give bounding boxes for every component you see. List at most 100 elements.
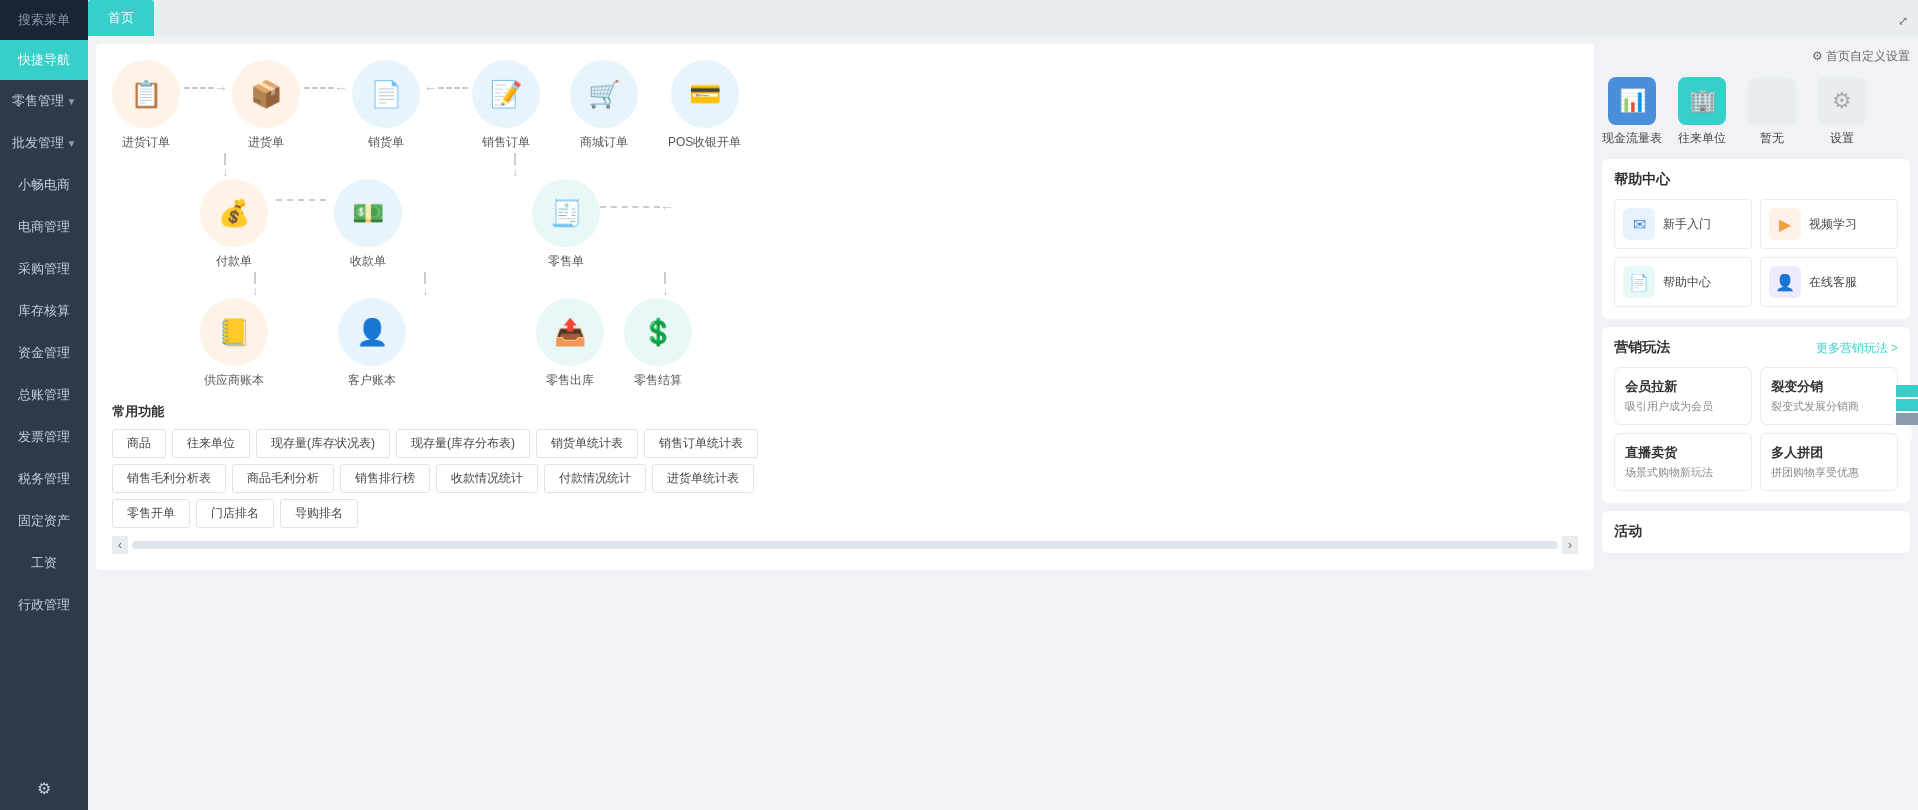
gear-icon[interactable]: ⚙ <box>0 767 88 810</box>
pos-to-lingshoud: ← <box>600 199 674 215</box>
custom-settings-bar[interactable]: ⚙ 首页自定义设置 <box>1602 44 1910 69</box>
lingshoud-label: 零售单 <box>548 253 584 270</box>
activity-card: 活动 <box>1602 511 1910 553</box>
sidebar-item-invoice[interactable]: 发票管理 <box>0 416 88 458</box>
sidebar-item-ledger[interactable]: 总账管理 <box>0 374 88 416</box>
func-btn-margin2[interactable]: 商品毛利分析 <box>232 464 334 493</box>
float-btn-community[interactable]: 服务社区 <box>1896 399 1918 411</box>
member-sub: 吸引用户成为会员 <box>1625 399 1741 414</box>
func-btn-purchase[interactable]: 进货单统计表 <box>652 464 754 493</box>
func-btn-partners[interactable]: 往来单位 <box>172 429 250 458</box>
cashflow-icon: 📊 <box>1608 77 1656 125</box>
sidebar-item-ecom-small[interactable]: 小畅电商 <box>0 164 88 206</box>
sidebar-search[interactable]: 搜索菜单 <box>0 0 88 40</box>
help-item-video[interactable]: ▶ 视频学习 <box>1760 199 1898 249</box>
node-gongyingsz[interactable]: 📒 供应商账本 <box>200 298 268 389</box>
node-fukuan[interactable]: 💰 付款单 <box>200 179 268 270</box>
marketing-more-link[interactable]: 更多营销玩法 > <box>1816 340 1898 357</box>
func-btn-receipt[interactable]: 收款情况统计 <box>436 464 538 493</box>
node-jinhuodd[interactable]: 📋 进货订单 <box>112 60 180 151</box>
node-pos[interactable]: 💳 POS收银开单 <box>668 60 741 151</box>
down-arrow-jinhuo: ↓ <box>200 153 250 179</box>
kehuz-icon: 👤 <box>338 298 406 366</box>
jinhuo-icon: 📦 <box>232 60 300 128</box>
sidebar-item-purchase[interactable]: 采购管理 <box>0 248 88 290</box>
func-btn-store-rank[interactable]: 门店排名 <box>196 499 274 528</box>
quick-icons-row: 📊 现金流量表 🏢 往来单位 暂无 ⚙ 设置 <box>1602 77 1910 147</box>
node-shangchengdd[interactable]: 🛒 商城订单 <box>570 60 638 151</box>
func-btn-goods[interactable]: 商品 <box>112 429 166 458</box>
sidebar-item-payroll[interactable]: 工资 <box>0 542 88 584</box>
func-btn-ranking[interactable]: 销售排行榜 <box>340 464 430 493</box>
marketing-live[interactable]: 直播卖货 场景式购物新玩法 <box>1614 433 1752 491</box>
float-btn-desktop[interactable]: 桌面快捷 <box>1896 413 1918 425</box>
down-arrow-fukuan: ↓ <box>200 272 310 298</box>
scroll-left-btn[interactable]: ‹ <box>112 536 128 554</box>
service-icon: 👤 <box>1769 266 1801 298</box>
gongyingsz-icon: 📒 <box>200 298 268 366</box>
arrow-right-2 <box>268 199 334 201</box>
sidebar-item-assets[interactable]: 固定资产 <box>0 500 88 542</box>
flow-diagram: 📋 进货订单 → 📦 进货单 <box>112 60 1578 389</box>
sidebar-item-admin[interactable]: 行政管理 <box>0 584 88 626</box>
lingshouchk-icon: 📤 <box>536 298 604 366</box>
func-row-3: 零售开单 门店排名 导购排名 <box>112 499 1578 528</box>
lingshoujs-label: 零售结算 <box>634 372 682 389</box>
node-lingshoujs[interactable]: 💲 零售结算 <box>624 298 692 389</box>
sidebar-item-tax[interactable]: 税务管理 <box>0 458 88 500</box>
custom-settings-label: 首页自定义设置 <box>1826 49 1910 63</box>
live-title: 直播卖货 <box>1625 444 1741 462</box>
arrow-left-2: ← <box>420 80 472 96</box>
func-btn-guide-rank[interactable]: 导购排名 <box>280 499 358 528</box>
jinhuo-label: 进货单 <box>248 134 284 151</box>
sidebar: 搜索菜单 快捷导航 零售管理 ▼ 批发管理 ▼ 小畅电商 电商管理 采购管理 库… <box>0 0 88 810</box>
down-arrow-shoukuan: ↓ <box>370 272 480 298</box>
quick-icon-none[interactable]: 暂无 <box>1742 77 1802 147</box>
group-sub: 拼团购物享受优惠 <box>1771 465 1887 480</box>
sidebar-item-wholesale[interactable]: 批发管理 ▼ <box>0 122 88 164</box>
xiaoshodd-icon: 📝 <box>472 60 540 128</box>
sidebar-item-inventory[interactable]: 库存核算 <box>0 290 88 332</box>
expand-icon[interactable]: ⤢ <box>1888 6 1918 36</box>
quick-icon-settings[interactable]: ⚙ 设置 <box>1812 77 1872 147</box>
node-xiaoshodd[interactable]: 📝 销售订单 <box>472 60 540 151</box>
marketing-group[interactable]: 多人拼团 拼团购物享受优惠 <box>1760 433 1898 491</box>
marketing-header: 营销玩法 更多营销玩法 > <box>1614 339 1898 357</box>
sidebar-item-finance[interactable]: 资金管理 <box>0 332 88 374</box>
quick-icon-cashflow[interactable]: 📊 现金流量表 <box>1602 77 1662 147</box>
flow-diagram-area: 📋 进货订单 → 📦 进货单 <box>112 60 1578 389</box>
func-btn-retail-order[interactable]: 零售开单 <box>112 499 190 528</box>
sidebar-item-ecom-mgr[interactable]: 电商管理 <box>0 206 88 248</box>
func-btn-payment[interactable]: 付款情况统计 <box>544 464 646 493</box>
node-jinhuo[interactable]: 📦 进货单 <box>232 60 300 151</box>
quick-icon-partner[interactable]: 🏢 往来单位 <box>1672 77 1732 147</box>
scroll-row: ‹ › <box>112 536 1578 554</box>
func-btn-margin1[interactable]: 销售毛利分析表 <box>112 464 226 493</box>
video-icon: ▶ <box>1769 208 1801 240</box>
node-lingshouchk[interactable]: 📤 零售出库 <box>536 298 604 389</box>
scroll-track[interactable] <box>132 541 1558 549</box>
sidebar-item-retail[interactable]: 零售管理 ▼ <box>0 80 88 122</box>
float-btn-hotline[interactable]: 客服热线 <box>1896 385 1918 397</box>
func-btn-sales1[interactable]: 销货单统计表 <box>536 429 638 458</box>
func-row-2: 销售毛利分析表 商品毛利分析 销售排行榜 收款情况统计 付款情况统计 进货单统计… <box>112 464 1578 493</box>
node-kehuz[interactable]: 👤 客户账本 <box>338 298 406 389</box>
marketing-fission[interactable]: 裂变分销 裂变式发展分销商 <box>1760 367 1898 425</box>
pos-label: POS收银开单 <box>668 134 741 151</box>
help-doc-label: 帮助中心 <box>1663 274 1711 291</box>
help-doc-icon: 📄 <box>1623 266 1655 298</box>
help-item-help[interactable]: 📄 帮助中心 <box>1614 257 1752 307</box>
func-btn-stock2[interactable]: 现存量(库存分布表) <box>396 429 530 458</box>
node-shoukuan[interactable]: 💵 收款单 <box>334 179 402 270</box>
help-item-service[interactable]: 👤 在线客服 <box>1760 257 1898 307</box>
marketing-member[interactable]: 会员拉新 吸引用户成为会员 <box>1614 367 1752 425</box>
kehuz-label: 客户账本 <box>348 372 396 389</box>
func-btn-stock1[interactable]: 现存量(库存状况表) <box>256 429 390 458</box>
help-item-beginner[interactable]: ✉ 新手入门 <box>1614 199 1752 249</box>
func-btn-sales2[interactable]: 销售订单统计表 <box>644 429 758 458</box>
tab-home[interactable]: 首页 <box>88 0 154 36</box>
node-lingshoud[interactable]: 🧾 零售单 <box>532 179 600 270</box>
sidebar-quicknav[interactable]: 快捷导航 <box>0 40 88 80</box>
node-xiaohuo[interactable]: 📄 销货单 <box>352 60 420 151</box>
scroll-right-btn[interactable]: › <box>1562 536 1578 554</box>
